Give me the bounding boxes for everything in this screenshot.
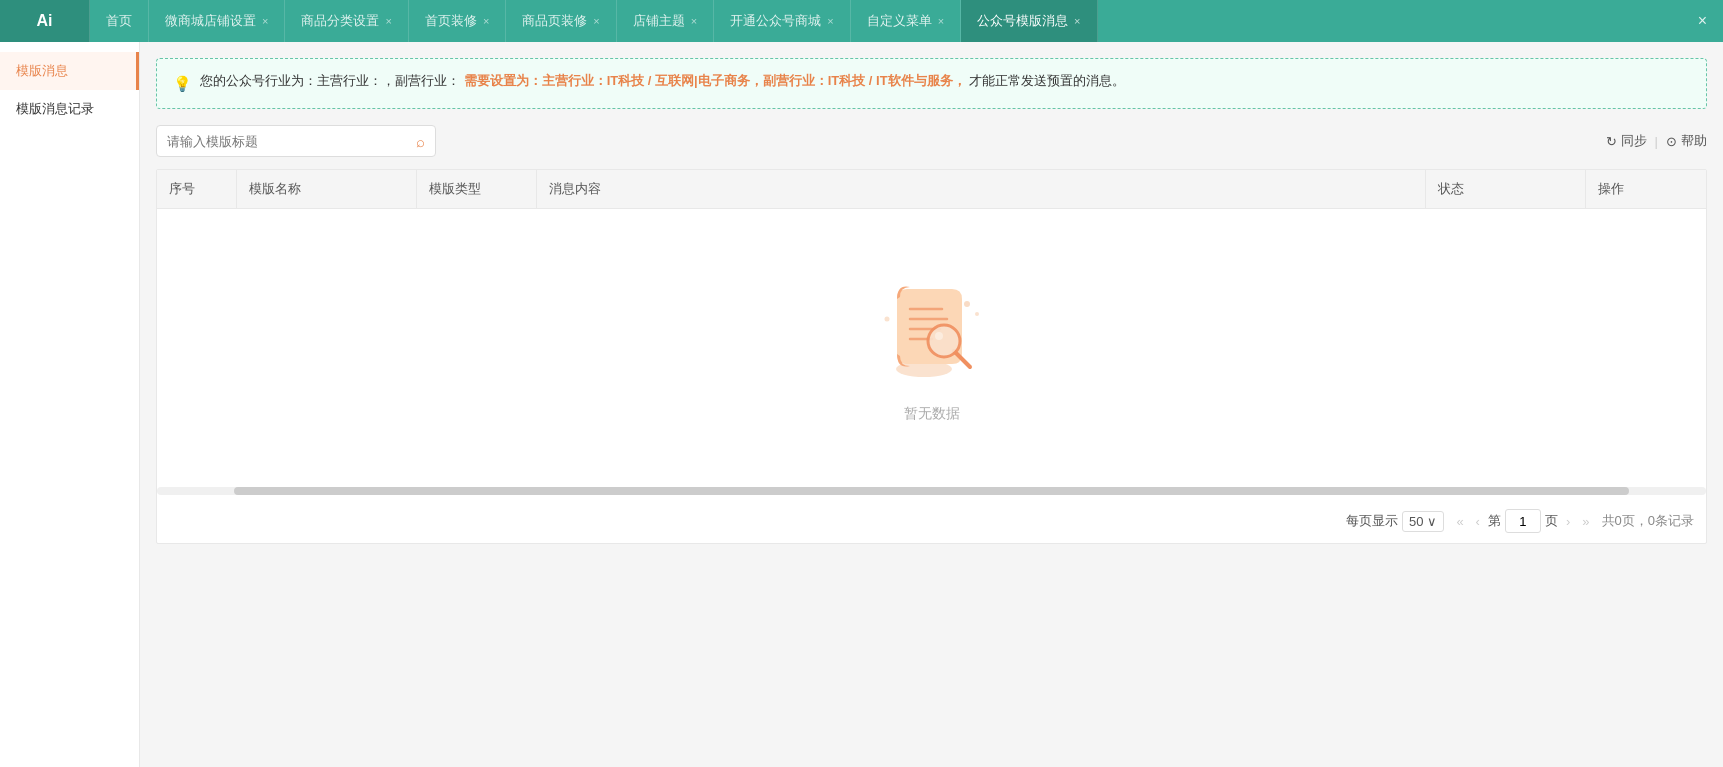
tab-category-settings-label: 商品分类设置 (301, 12, 379, 30)
page-label: 第 (1488, 512, 1501, 530)
sync-button[interactable]: ↻ 同步 (1606, 132, 1647, 150)
tab-open-wechat-shop-label: 开通公众号商城 (730, 12, 821, 30)
tab-product-decor-close[interactable]: × (593, 15, 599, 27)
prev-page-button[interactable]: ‹ (1472, 512, 1484, 531)
sidebar-item-template-msg[interactable]: 模版消息 (0, 52, 139, 90)
first-page-button[interactable]: « (1452, 512, 1467, 531)
sidebar-item-template-msg-record[interactable]: 模版消息记录 (0, 90, 139, 128)
tab-home-label: 首页 (106, 12, 132, 30)
sync-label: 同步 (1621, 132, 1647, 150)
last-page-button[interactable]: » (1578, 512, 1593, 531)
notice-text: 您的公众号行业为：主营行业：，副营行业： 需要设置为：主营行业：IT科技 / 互… (200, 71, 1125, 92)
search-bar: ⌕ ↻ 同步 | ⊙ 帮助 (156, 125, 1707, 157)
tab-product-decor-label: 商品页装修 (522, 12, 587, 30)
tab-open-wechat-shop[interactable]: 开通公众号商城 × (714, 0, 850, 42)
tab-wshop-settings-label: 微商城店铺设置 (165, 12, 256, 30)
help-button[interactable]: ⊙ 帮助 (1666, 132, 1707, 150)
empty-illustration (872, 269, 992, 389)
main-layout: 模版消息 模版消息记录 💡 您的公众号行业为：主营行业：，副营行业： 需要设置为… (0, 42, 1723, 767)
data-table: 序号 模版名称 模版类型 消息内容 状态 操作 (156, 169, 1707, 544)
tab-store-theme[interactable]: 店铺主题 × (617, 0, 714, 42)
sidebar: 模版消息 模版消息记录 (0, 42, 140, 767)
tab-wshop-settings[interactable]: 微商城店铺设置 × (149, 0, 285, 42)
tab-product-decor[interactable]: 商品页装修 × (506, 0, 616, 42)
help-icon: ⊙ (1666, 134, 1677, 149)
tab-category-settings[interactable]: 商品分类设置 × (285, 0, 408, 42)
tab-open-wechat-shop-close[interactable]: × (827, 15, 833, 27)
search-input[interactable] (167, 134, 412, 149)
sidebar-item-template-msg-label: 模版消息 (16, 63, 68, 78)
tab-template-msg[interactable]: 公众号模版消息 × (961, 0, 1097, 42)
notice-suffix: 才能正常发送预置的消息。 (969, 73, 1125, 88)
th-seq: 序号 (157, 170, 237, 208)
help-label: 帮助 (1681, 132, 1707, 150)
tab-home-decor-close[interactable]: × (483, 15, 489, 27)
tab-home-decor[interactable]: 首页装修 × (409, 0, 506, 42)
tab-template-msg-label: 公众号模版消息 (977, 12, 1068, 30)
horizontal-scrollbar[interactable] (157, 487, 1706, 495)
logo-tab: Ai (0, 0, 90, 42)
search-input-wrap: ⌕ (156, 125, 436, 157)
tab-custom-menu-label: 自定义菜单 (867, 12, 932, 30)
svg-point-7 (935, 332, 943, 340)
th-actions: 操作 (1586, 170, 1706, 208)
th-status: 状态 (1426, 170, 1586, 208)
app-container: Ai 首页 微商城店铺设置 × 商品分类设置 × 首页装修 × 商品页装修 × … (0, 0, 1723, 767)
th-name: 模版名称 (237, 170, 417, 208)
tab-custom-menu-close[interactable]: × (938, 15, 944, 27)
search-button[interactable]: ⌕ (416, 133, 425, 150)
svg-point-10 (884, 317, 889, 322)
tab-store-theme-close[interactable]: × (691, 15, 697, 27)
svg-point-6 (928, 325, 960, 357)
content-area: 💡 您的公众号行业为：主营行业：，副营行业： 需要设置为：主营行业：IT科技 /… (140, 42, 1723, 767)
svg-point-9 (975, 312, 979, 316)
page-nav: « ‹ 第 页 › » (1452, 509, 1593, 533)
pagination: 每页显示 50 ∨ « ‹ 第 页 › » (157, 499, 1706, 543)
table-header: 序号 模版名称 模版类型 消息内容 状态 操作 (157, 170, 1706, 209)
bulb-icon: 💡 (173, 72, 192, 96)
sidebar-item-template-msg-record-label: 模版消息记录 (16, 101, 94, 116)
toolbar-divider: | (1655, 134, 1658, 149)
total-info: 共0页，0条记录 (1602, 512, 1694, 530)
scrollbar-thumb[interactable] (234, 487, 1628, 495)
tab-store-theme-label: 店铺主题 (633, 12, 685, 30)
empty-state: 暂无数据 (157, 209, 1706, 483)
per-page-label: 每页显示 (1346, 512, 1398, 530)
notice-prefix: 您的公众号行业为：主营行业：，副营行业： (200, 73, 460, 88)
tab-home-decor-label: 首页装修 (425, 12, 477, 30)
per-page-dropdown[interactable]: 50 ∨ (1402, 511, 1444, 532)
page-input[interactable] (1505, 509, 1541, 533)
empty-text: 暂无数据 (904, 405, 960, 423)
global-close-button[interactable]: × (1682, 0, 1723, 42)
sync-icon: ↻ (1606, 134, 1617, 149)
th-type: 模版类型 (417, 170, 537, 208)
tab-custom-menu[interactable]: 自定义菜单 × (851, 0, 961, 42)
tab-home[interactable]: 首页 (90, 0, 149, 42)
page-unit: 页 (1545, 512, 1558, 530)
top-nav: Ai 首页 微商城店铺设置 × 商品分类设置 × 首页装修 × 商品页装修 × … (0, 0, 1723, 42)
svg-point-8 (964, 301, 970, 307)
th-content: 消息内容 (537, 170, 1426, 208)
toolbar-right: ↻ 同步 | ⊙ 帮助 (1606, 132, 1707, 150)
tab-category-settings-close[interactable]: × (385, 15, 391, 27)
tab-template-msg-close[interactable]: × (1074, 15, 1080, 27)
chevron-down-icon: ∨ (1427, 514, 1437, 529)
per-page-select: 每页显示 50 ∨ (1346, 511, 1444, 532)
logo-text: Ai (37, 12, 53, 30)
notice-highlight: 需要设置为：主营行业：IT科技 / 互联网|电子商务，副营行业：IT科技 / I… (464, 73, 966, 88)
tab-wshop-settings-close[interactable]: × (262, 15, 268, 27)
notice-box: 💡 您的公众号行业为：主营行业：，副营行业： 需要设置为：主营行业：IT科技 /… (156, 58, 1707, 109)
next-page-button[interactable]: › (1562, 512, 1574, 531)
per-page-value: 50 (1409, 514, 1423, 529)
